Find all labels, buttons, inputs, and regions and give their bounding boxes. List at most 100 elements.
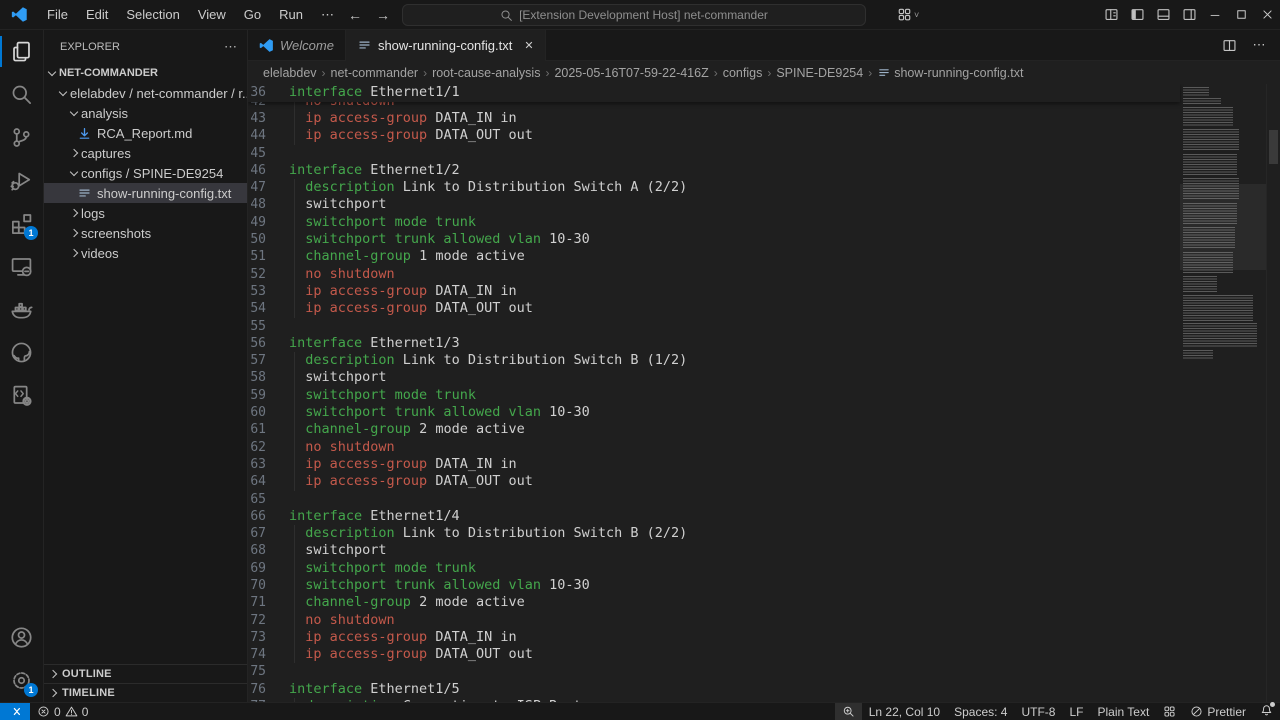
menu-selection[interactable]: Selection (117, 4, 188, 26)
activity-settings[interactable]: 1 (0, 659, 43, 702)
close-window-button[interactable] (1254, 0, 1280, 30)
accounts-icon (10, 626, 33, 649)
activity-search[interactable] (0, 73, 43, 116)
navigate-back-icon[interactable]: ← (348, 7, 362, 23)
activity-docker[interactable] (0, 288, 43, 331)
tree-item-show-running-config-txt[interactable]: show-running-config.txt (44, 183, 247, 203)
zoom-indicator-status[interactable] (834, 703, 862, 720)
menu-file[interactable]: File (38, 4, 77, 26)
tree-item-label: show-running-config.txt (97, 185, 232, 201)
activity-github[interactable] (0, 331, 43, 374)
menu-edit[interactable]: Edit (77, 4, 117, 26)
activity-code-tools[interactable] (0, 374, 43, 417)
tree-item-elelabdev-net-commander-r[interactable]: elelabdev / net-commander / r... (44, 83, 247, 103)
scrollbar-slider[interactable] (1269, 130, 1278, 164)
explorer-sidebar: EXPLORER ⋯ NET-COMMANDER elelabdev / net-… (44, 30, 248, 702)
command-center[interactable]: [Extension Development Host] net-command… (402, 4, 866, 26)
tree-item-logs[interactable]: logs (44, 203, 247, 223)
toggle-sidebar-button[interactable] (1124, 0, 1150, 30)
toggle-secondary-sidebar-button[interactable] (1176, 0, 1202, 30)
cursor-position-status[interactable]: Ln 22, Col 10 (862, 703, 947, 720)
code-line: 69 switchport mode trunk (248, 559, 1180, 578)
tree-item-analysis[interactable]: analysis (44, 103, 247, 123)
breadcrumb-file[interactable]: show-running-config.txt (877, 66, 1023, 80)
minimize-button[interactable]: ─ (1202, 0, 1228, 30)
activity-source-control[interactable] (0, 116, 43, 159)
tab-show-running-config-txt[interactable]: show-running-config.txt ✕ (345, 30, 546, 61)
breadcrumb-item[interactable]: elelabdev (263, 66, 317, 80)
tree-item-label: RCA_Report.md (97, 125, 193, 141)
encoding-status[interactable]: UTF-8 (1014, 703, 1062, 720)
tree-item-videos[interactable]: videos (44, 243, 247, 263)
editor-pane[interactable]: 42 no shutdown43 ip access-group DATA_IN… (248, 84, 1280, 702)
profile-grid-icon (897, 7, 912, 22)
menu-go[interactable]: Go (235, 4, 270, 26)
language-mode-status[interactable]: Plain Text (1091, 703, 1157, 720)
code-line-text: switchport mode trunk (289, 559, 476, 578)
tree-item-configs-spine-de9254[interactable]: configs / SPINE-DE9254 (44, 163, 247, 183)
sticky-scroll-line[interactable]: 36 interface Ethernet1/1 (248, 84, 1180, 102)
maximize-button[interactable] (1228, 0, 1254, 30)
editor-tab-bar: Welcome show-running-config.txt ✕ ⋯ (248, 30, 1280, 61)
editor-more-actions-button[interactable]: ⋯ (1246, 30, 1272, 60)
breadcrumb-item[interactable]: 2025-05-16T07-59-22-416Z (554, 66, 708, 80)
profile-indicator[interactable]: ˅ (897, 7, 919, 22)
line-number: 48 (250, 197, 266, 213)
code-line-text: ip access-group DATA_IN in (289, 628, 517, 647)
tab-welcome[interactable]: Welcome (248, 30, 346, 61)
breadcrumb-item[interactable]: root-cause-analysis (432, 66, 540, 80)
title-bar: File Edit Selection View Go Run ⋯ ← → [Extens… (0, 0, 1280, 30)
panel-outline[interactable]: OUTLINE (44, 664, 247, 683)
breadcrumb-item[interactable]: SPINE-DE9254 (776, 66, 863, 80)
indentation-status[interactable]: Spaces: 4 (947, 703, 1014, 720)
split-editor-button[interactable] (1216, 30, 1242, 60)
menu-view[interactable]: View (189, 4, 235, 26)
toggle-panel-button[interactable] (1150, 0, 1176, 30)
activity-remote-explorer[interactable] (0, 245, 43, 288)
chevron-down-icon: ˅ (914, 9, 920, 20)
activity-explorer[interactable] (0, 30, 43, 73)
editor-scrollbar[interactable] (1266, 84, 1280, 702)
breadcrumb-item[interactable]: configs (723, 66, 763, 80)
minimap[interactable] (1180, 84, 1266, 702)
tree-item-net-commander[interactable]: NET-COMMANDER (44, 63, 247, 83)
menu-run[interactable]: Run (270, 4, 312, 26)
menu-more-button[interactable]: ⋯ (312, 7, 343, 23)
minimap-slider[interactable] (1180, 184, 1266, 270)
panel-label: TIMELINE (62, 687, 115, 699)
tree-item-captures[interactable]: captures (44, 143, 247, 163)
code-line: 65 (248, 491, 1180, 508)
explorer-more-button[interactable]: ⋯ (224, 39, 237, 55)
close-win-icon (1261, 8, 1274, 21)
notifications-status[interactable] (1253, 701, 1280, 720)
remote-indicator[interactable] (0, 703, 30, 720)
activity-extensions[interactable]: 1 (0, 202, 43, 245)
panel-timeline[interactable]: TIMELINE (44, 683, 247, 702)
line-number: 43 (250, 110, 266, 126)
txt-file-icon (77, 186, 92, 201)
extension-profile-status[interactable] (1156, 703, 1183, 720)
tree-item-screenshots[interactable]: screenshots (44, 223, 247, 243)
activity-run-debug[interactable] (0, 159, 43, 202)
code-line-text: ip access-group DATA_OUT out (289, 646, 533, 664)
code-line-text: interface Ethernet1/5 (289, 680, 460, 697)
line-number: 36 (250, 85, 266, 100)
activity-accounts[interactable] (0, 616, 43, 659)
warning-icon (65, 705, 78, 718)
eol-status[interactable]: LF (1062, 703, 1090, 720)
customize-layout-button[interactable] (1098, 0, 1124, 30)
formatter-status[interactable]: Prettier (1183, 703, 1253, 720)
code-line: 54 ip access-group DATA_OUT out (248, 300, 1180, 318)
github-icon (10, 341, 33, 364)
code-line-text: ip access-group DATA_OUT out (289, 473, 533, 491)
line-number: 73 (250, 629, 266, 645)
code-line-text: switchport trunk allowed vlan 10-30 (289, 577, 590, 595)
navigate-forward-icon[interactable]: → (376, 7, 390, 23)
breadcrumb-item[interactable]: net-commander (331, 66, 419, 80)
code-line-text: description Link to Distribution Switch … (289, 179, 687, 197)
code-line: 58 switchport (248, 369, 1180, 388)
close-tab-icon[interactable]: ✕ (524, 39, 533, 52)
code-line: 51 channel-group 1 mode active (248, 248, 1180, 266)
problems-status[interactable]: 0 0 (30, 703, 95, 720)
tree-item-rca-report-md[interactable]: RCA_Report.md (44, 123, 247, 143)
